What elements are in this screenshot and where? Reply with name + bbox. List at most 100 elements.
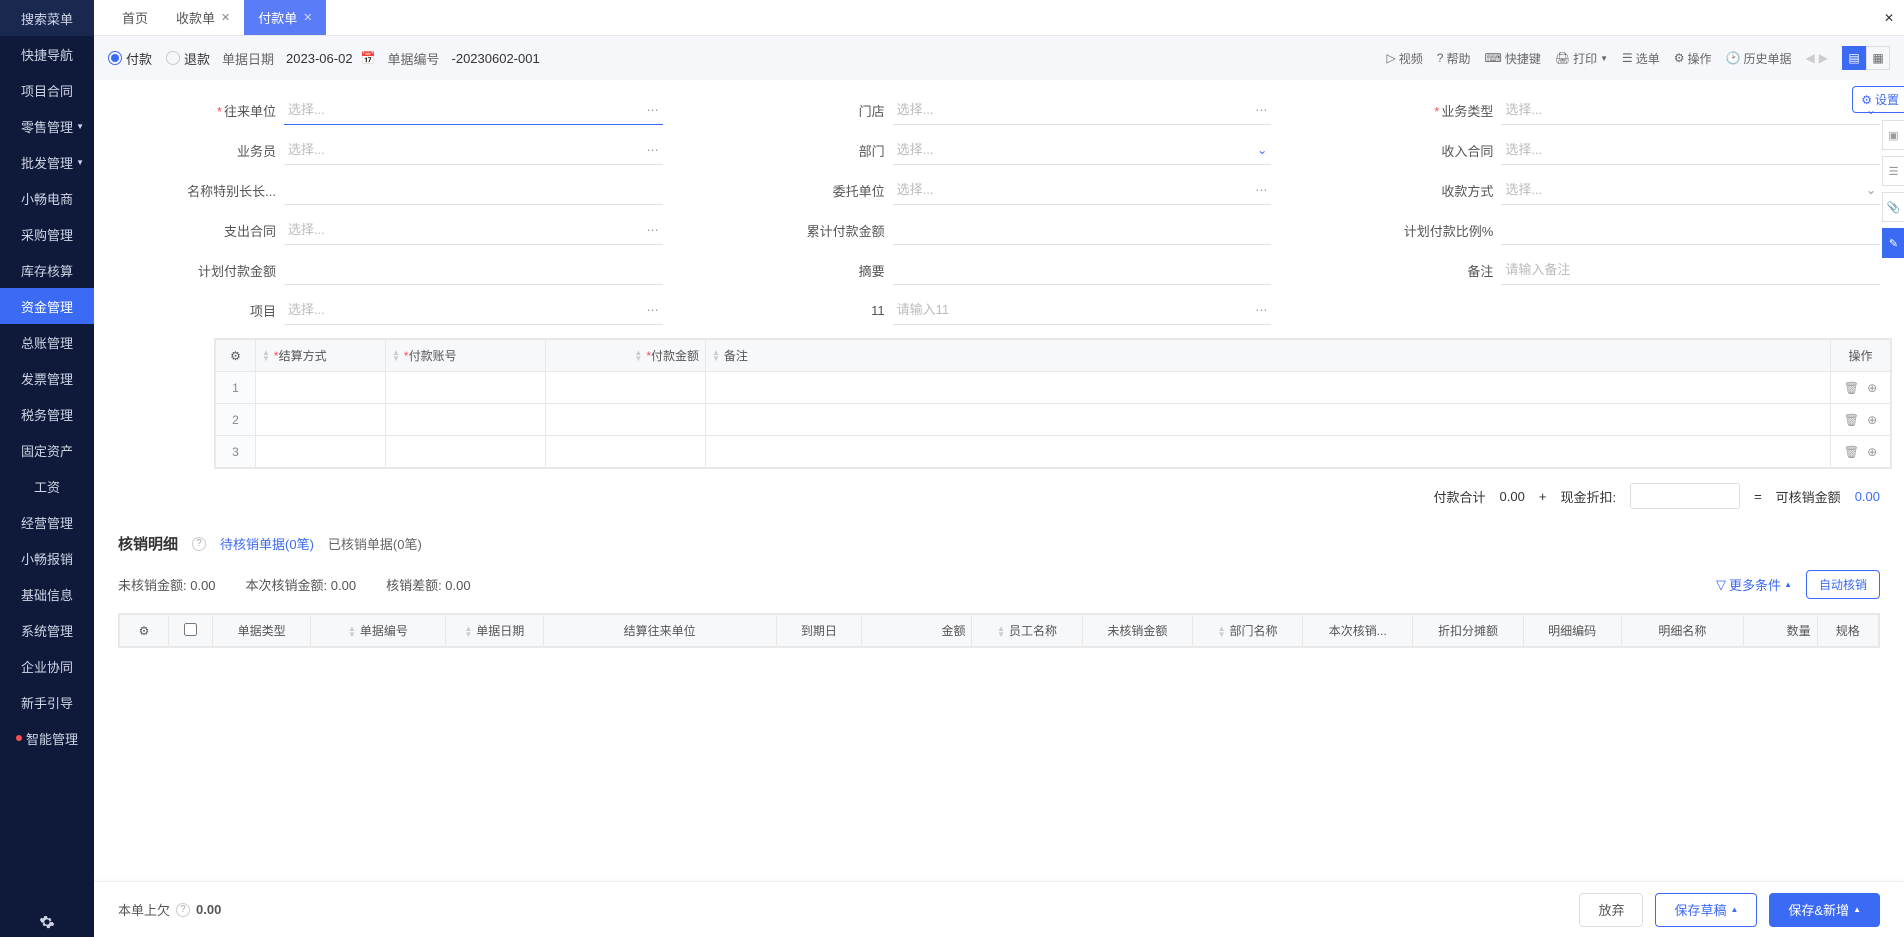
- more-icon[interactable]: ⋯: [647, 223, 659, 237]
- table-row[interactable]: 3🗑⊕: [216, 436, 1891, 468]
- sidebar-item-reimburse[interactable]: 小畅报销: [0, 540, 94, 576]
- chevron-down-icon[interactable]: ⌄: [1257, 143, 1267, 157]
- table-row[interactable]: 2🗑⊕: [216, 404, 1891, 436]
- auto-writeoff-button[interactable]: 自动核销: [1806, 570, 1880, 599]
- sort-icon[interactable]: ▲▼: [1218, 626, 1226, 638]
- sidebar-item-retail[interactable]: 零售管理▼: [0, 108, 94, 144]
- biztype-input[interactable]: [1501, 95, 1880, 125]
- longname-input[interactable]: [284, 175, 663, 205]
- doc-date-value[interactable]: 2023-06-02: [286, 51, 353, 66]
- sidebar-item-purchase[interactable]: 采购管理: [0, 216, 94, 252]
- dept-input[interactable]: [893, 135, 1272, 165]
- tab-home[interactable]: 首页: [108, 0, 162, 35]
- select-all-checkbox[interactable]: [184, 623, 197, 636]
- calendar-icon[interactable]: 📅: [361, 51, 376, 65]
- delete-icon[interactable]: 🗑: [1844, 413, 1859, 427]
- tab-done-writeoff[interactable]: 已核销单据(0笔): [328, 534, 422, 553]
- close-icon[interactable]: ✕: [303, 11, 312, 24]
- summary-input[interactable]: [893, 255, 1272, 285]
- sidebar-item-tax[interactable]: 税务管理: [0, 396, 94, 432]
- writeoff-detail-table[interactable]: ⚙ 单据类型 ▲▼单据编号 ▲▼单据日期 结算往来单位 到期日 金额 ▲▼员工名…: [118, 613, 1880, 648]
- sidebar-item-ecommerce[interactable]: 小畅电商: [0, 180, 94, 216]
- more-filter-button[interactable]: ▽更多条件▲: [1716, 575, 1792, 594]
- sidebar-item-inventory[interactable]: 库存核算: [0, 252, 94, 288]
- prev-doc-icon[interactable]: ◀: [1806, 51, 1815, 65]
- income-contract-input[interactable]: [1501, 135, 1880, 165]
- help-icon[interactable]: ?: [176, 903, 190, 917]
- print-button[interactable]: 🖨打印▼: [1555, 50, 1608, 67]
- tabs-close-all[interactable]: ✕: [1874, 0, 1904, 35]
- discard-button[interactable]: 放弃: [1579, 893, 1643, 927]
- sidebar-item-salary[interactable]: 工资: [0, 468, 94, 504]
- recvmethod-input[interactable]: [1501, 175, 1880, 205]
- sidebar-item-contract[interactable]: 项目合同: [0, 72, 94, 108]
- sidebar-item-system[interactable]: 系统管理: [0, 612, 94, 648]
- sort-icon[interactable]: ▲▼: [348, 626, 356, 638]
- more-icon[interactable]: ⋯: [1255, 303, 1267, 317]
- partner-input[interactable]: [284, 95, 663, 125]
- sort-icon[interactable]: ▲▼: [997, 626, 1005, 638]
- sidebar-item-wholesale[interactable]: 批发管理▼: [0, 144, 94, 180]
- tab-pending-writeoff[interactable]: 待核销单据(0笔): [220, 534, 314, 553]
- sidebar-item-collab[interactable]: 企业协同: [0, 648, 94, 684]
- rail-btn-3[interactable]: 📎: [1882, 192, 1904, 222]
- table-row[interactable]: 1🗑⊕: [216, 372, 1891, 404]
- video-button[interactable]: ▷视频: [1387, 50, 1423, 67]
- option-button[interactable]: ☰选单: [1622, 50, 1660, 67]
- store-input[interactable]: [893, 95, 1272, 125]
- chevron-down-icon[interactable]: ⌄: [1866, 103, 1876, 117]
- view-form-button[interactable]: ▤: [1842, 46, 1866, 70]
- entrust-input[interactable]: [893, 175, 1272, 205]
- delete-icon[interactable]: 🗑: [1844, 381, 1859, 395]
- table-gear-icon[interactable]: ⚙: [230, 349, 241, 363]
- content-scroll[interactable]: ⚙设置 *往来单位⋯ 门店⋯ *业务类型⌄ 业务员⋯ 部门⌄ 收入合同 名称特别…: [94, 80, 1904, 937]
- sidebar-item-quicknav[interactable]: 快捷导航: [0, 36, 94, 72]
- project-input[interactable]: [284, 295, 663, 325]
- more-icon[interactable]: ⋯: [647, 303, 659, 317]
- radio-refund[interactable]: 退款: [166, 49, 210, 68]
- more-icon[interactable]: ⋯: [647, 143, 659, 157]
- planpct-input[interactable]: [1501, 215, 1880, 245]
- operate-button[interactable]: ⚙操作: [1674, 50, 1712, 67]
- sidebar-item-ledger[interactable]: 总账管理: [0, 324, 94, 360]
- expcontract-input[interactable]: [284, 215, 663, 245]
- sort-icon[interactable]: ▲▼: [262, 350, 270, 362]
- sidebar-item-asset[interactable]: 固定资产: [0, 432, 94, 468]
- shortcut-button[interactable]: ⌨快捷键: [1484, 50, 1540, 67]
- rail-btn-1[interactable]: ▣: [1882, 120, 1904, 150]
- add-row-icon[interactable]: ⊕: [1867, 381, 1877, 395]
- more-icon[interactable]: ⋯: [647, 103, 659, 117]
- sidebar-item-ai[interactable]: 智能管理: [0, 720, 94, 756]
- sort-icon[interactable]: ▲▼: [392, 350, 400, 362]
- more-icon[interactable]: ⋯: [1255, 183, 1267, 197]
- add-row-icon[interactable]: ⊕: [1867, 413, 1877, 427]
- rail-btn-4[interactable]: ✎: [1882, 228, 1904, 258]
- accpay-input[interactable]: [893, 215, 1272, 245]
- sort-icon[interactable]: ▲▼: [634, 350, 642, 362]
- remark-input[interactable]: [1501, 255, 1880, 285]
- help-button[interactable]: ?帮助: [1437, 50, 1471, 67]
- rail-btn-2[interactable]: ☰: [1882, 156, 1904, 186]
- sidebar-settings[interactable]: [0, 907, 94, 937]
- add-row-icon[interactable]: ⊕: [1867, 445, 1877, 459]
- sort-icon[interactable]: ▲▼: [464, 626, 472, 638]
- chevron-down-icon[interactable]: ⌄: [1866, 183, 1876, 197]
- sidebar-item-guide[interactable]: 新手引导: [0, 684, 94, 720]
- save-draft-button[interactable]: 保存草稿▲: [1655, 893, 1757, 927]
- eleven-input[interactable]: [893, 295, 1272, 325]
- sidebar-item-search[interactable]: 搜索菜单: [0, 0, 94, 36]
- table-gear-icon[interactable]: ⚙: [139, 624, 150, 638]
- radio-pay[interactable]: 付款: [108, 49, 152, 68]
- tab-receipt[interactable]: 收款单✕: [162, 0, 244, 35]
- planamt-input[interactable]: [284, 255, 663, 285]
- close-icon[interactable]: ✕: [221, 11, 230, 24]
- sort-icon[interactable]: ▲▼: [712, 350, 720, 362]
- history-button[interactable]: 🕑历史单据: [1726, 50, 1792, 67]
- delete-icon[interactable]: 🗑: [1844, 445, 1859, 459]
- more-icon[interactable]: ⋯: [1255, 103, 1267, 117]
- sidebar-item-business[interactable]: 经营管理: [0, 504, 94, 540]
- save-new-button[interactable]: 保存&新增▲: [1769, 893, 1880, 927]
- sidebar-item-invoice[interactable]: 发票管理: [0, 360, 94, 396]
- cash-discount-input[interactable]: [1630, 483, 1740, 509]
- tab-payment[interactable]: 付款单✕: [244, 0, 326, 35]
